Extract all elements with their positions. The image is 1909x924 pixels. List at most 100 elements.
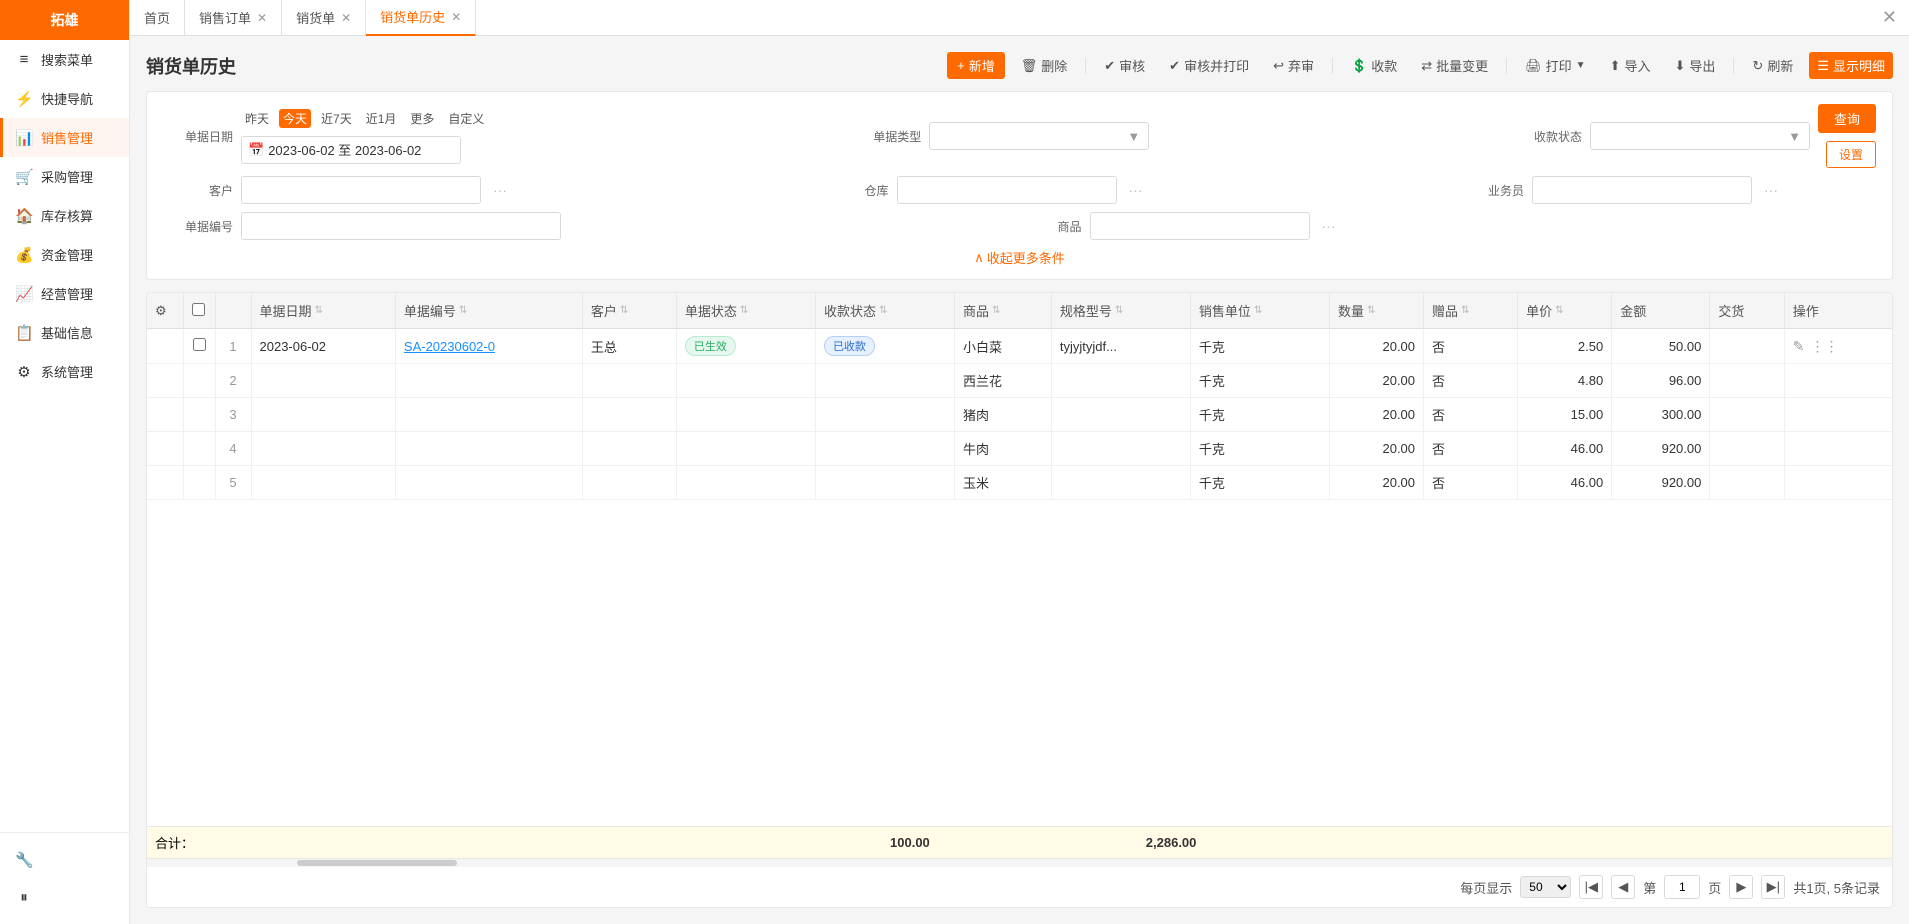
setting-button[interactable]: 设置	[1826, 141, 1876, 168]
customer-sort-icon[interactable]: ⇅	[620, 305, 628, 316]
delete-button[interactable]: 🗑 删除	[1013, 52, 1076, 79]
next-page-button[interactable]: ▶	[1729, 875, 1753, 899]
date-shortcut-today[interactable]: 今天	[279, 109, 311, 128]
sidebar-item-sys-mgmt[interactable]: ⚙ 系统管理	[0, 352, 129, 391]
date-shortcut-7days[interactable]: 近7天	[317, 109, 356, 128]
sidebar-item-inventory[interactable]: 🏠 库存核算	[0, 196, 129, 235]
doc-no-link[interactable]: SA-20230602-0	[404, 339, 495, 354]
warehouse-ellipsis[interactable]: ···	[1129, 182, 1143, 198]
doc-no-sort-icon[interactable]: ⇅	[459, 305, 467, 316]
select-all-checkbox[interactable]	[192, 303, 205, 316]
prev-page-button[interactable]: ◀	[1611, 875, 1635, 899]
first-page-button[interactable]: |◀	[1579, 875, 1603, 899]
th-checkbox[interactable]	[183, 293, 215, 329]
date-shortcut-custom[interactable]: 自定义	[444, 109, 488, 128]
sidebar-item-ops-mgmt[interactable]: 📈 经营管理	[0, 274, 129, 313]
tab-home[interactable]: 首页	[130, 0, 185, 36]
collapse-filter-link[interactable]: ∧ 收起更多条件	[974, 248, 1065, 267]
th-settings[interactable]: ⚙	[147, 293, 183, 329]
batch-change-button[interactable]: ⇄ 批量变更	[1413, 52, 1496, 79]
abandon-button[interactable]: ↩ 弃审	[1265, 52, 1322, 79]
date-range-input[interactable]: 📅 2023-06-02 至 2023-06-02	[241, 136, 461, 164]
tab-sales-delivery-close-icon[interactable]: ✕	[341, 11, 351, 25]
goods-input[interactable]	[1090, 212, 1310, 240]
page-size-select[interactable]: 50 100 200	[1520, 876, 1571, 898]
th-pay-status[interactable]: 收款状态 ⇅	[815, 293, 954, 329]
th-spec[interactable]: 规格型号 ⇅	[1051, 293, 1190, 329]
audit-print-button[interactable]: ✔ 审核并打印	[1161, 52, 1257, 79]
query-button[interactable]: 查询	[1818, 104, 1876, 133]
customer-ellipsis[interactable]: ···	[493, 182, 507, 198]
pay-status-select[interactable]: ▼	[1590, 122, 1810, 150]
cell-doc-no[interactable]	[395, 466, 582, 500]
th-doc-no[interactable]: 单据编号 ⇅	[395, 293, 582, 329]
tab-sales-delivery[interactable]: 销货单 ✕	[282, 0, 366, 36]
staff-input[interactable]	[1532, 176, 1752, 204]
th-doc-status[interactable]: 单据状态 ⇅	[676, 293, 815, 329]
doc-status-sort-icon[interactable]: ⇅	[740, 305, 748, 316]
tab-sales-history-close-icon[interactable]: ✕	[451, 10, 461, 24]
sidebar-item-quick-nav[interactable]: ⚡ 快捷导航	[0, 79, 129, 118]
refresh-button[interactable]: ↻ 刷新	[1744, 52, 1801, 79]
sidebar-item-purchase-mgmt[interactable]: 🛒 采购管理	[0, 157, 129, 196]
cell-checkbox[interactable]	[183, 432, 215, 466]
cell-checkbox[interactable]	[183, 329, 215, 364]
date-shortcut-yesterday[interactable]: 昨天	[241, 109, 273, 128]
unit-sort-icon[interactable]: ⇅	[1254, 305, 1262, 316]
staff-ellipsis[interactable]: ···	[1764, 182, 1778, 198]
cell-doc-no[interactable]	[395, 398, 582, 432]
audit-button[interactable]: ✔ 审核	[1096, 52, 1153, 79]
gift-sort-icon[interactable]: ⇅	[1461, 305, 1469, 316]
qty-sort-icon[interactable]: ⇅	[1367, 305, 1375, 316]
cell-doc-no[interactable]	[395, 432, 582, 466]
warehouse-input[interactable]	[897, 176, 1117, 204]
scrollbar-thumb[interactable]	[297, 860, 457, 866]
sidebar-item-search-menu[interactable]: ≡ 搜索菜单	[0, 40, 129, 79]
tab-sales-history[interactable]: 销货单历史 ✕	[366, 0, 476, 36]
cell-amount: 920.00	[1612, 432, 1710, 466]
cell-checkbox[interactable]	[183, 466, 215, 500]
show-detail-icon: ☰	[1817, 58, 1829, 74]
docno-input[interactable]	[241, 212, 561, 240]
sidebar-bottom-collapse[interactable]: ⏸	[0, 879, 129, 916]
last-page-button[interactable]: ▶|	[1761, 875, 1785, 899]
more-action-icon[interactable]: ⋮⋮	[1810, 338, 1838, 355]
sidebar-item-finance[interactable]: 💰 资金管理	[0, 235, 129, 274]
show-detail-button[interactable]: ☰ 显示明细	[1809, 52, 1893, 79]
price-sort-icon[interactable]: ⇅	[1555, 305, 1563, 316]
edit-action-icon[interactable]: ✎	[1793, 338, 1805, 355]
th-customer[interactable]: 客户 ⇅	[582, 293, 676, 329]
add-button[interactable]: + 新增	[947, 52, 1005, 79]
th-gift[interactable]: 赠品 ⇅	[1424, 293, 1518, 329]
date-shortcut-more[interactable]: 更多	[406, 109, 438, 128]
cell-doc-no[interactable]: SA-20230602-0	[395, 329, 582, 364]
th-goods[interactable]: 商品 ⇅	[954, 293, 1051, 329]
row-checkbox[interactable]	[193, 338, 206, 351]
th-doc-date[interactable]: 单据日期 ⇅	[251, 293, 395, 329]
pay-status-sort-icon[interactable]: ⇅	[879, 305, 887, 316]
tab-sales-order[interactable]: 销售订单 ✕	[185, 0, 282, 36]
cell-checkbox[interactable]	[183, 398, 215, 432]
print-button[interactable]: 🖨 打印 ▼	[1517, 52, 1593, 79]
tab-sales-order-close-icon[interactable]: ✕	[257, 11, 267, 25]
sidebar-item-basic-info[interactable]: 📋 基础信息	[0, 313, 129, 352]
sidebar-bottom-settings[interactable]: 🔧	[0, 841, 129, 879]
customer-input[interactable]	[241, 176, 481, 204]
close-all-tabs-button[interactable]: ✕	[1870, 7, 1909, 28]
spec-sort-icon[interactable]: ⇅	[1115, 305, 1123, 316]
page-input[interactable]	[1664, 875, 1700, 899]
goods-ellipsis[interactable]: ···	[1322, 218, 1336, 234]
th-unit[interactable]: 销售单位 ⇅	[1190, 293, 1329, 329]
date-shortcut-1month[interactable]: 近1月	[362, 109, 401, 128]
th-qty[interactable]: 数量 ⇅	[1329, 293, 1423, 329]
import-button[interactable]: ⬆ 导入	[1602, 52, 1659, 79]
sidebar-item-sales-mgmt[interactable]: 📊 销售管理	[0, 118, 129, 157]
collect-button[interactable]: 💲 收款	[1343, 52, 1405, 79]
export-button[interactable]: ⬇ 导出	[1666, 52, 1723, 79]
th-price[interactable]: 单价 ⇅	[1518, 293, 1612, 329]
cell-doc-no[interactable]	[395, 364, 582, 398]
doc-type-select[interactable]: ▼	[929, 122, 1149, 150]
goods-sort-icon[interactable]: ⇅	[992, 305, 1000, 316]
doc-date-sort-icon[interactable]: ⇅	[315, 305, 323, 316]
cell-checkbox[interactable]	[183, 364, 215, 398]
